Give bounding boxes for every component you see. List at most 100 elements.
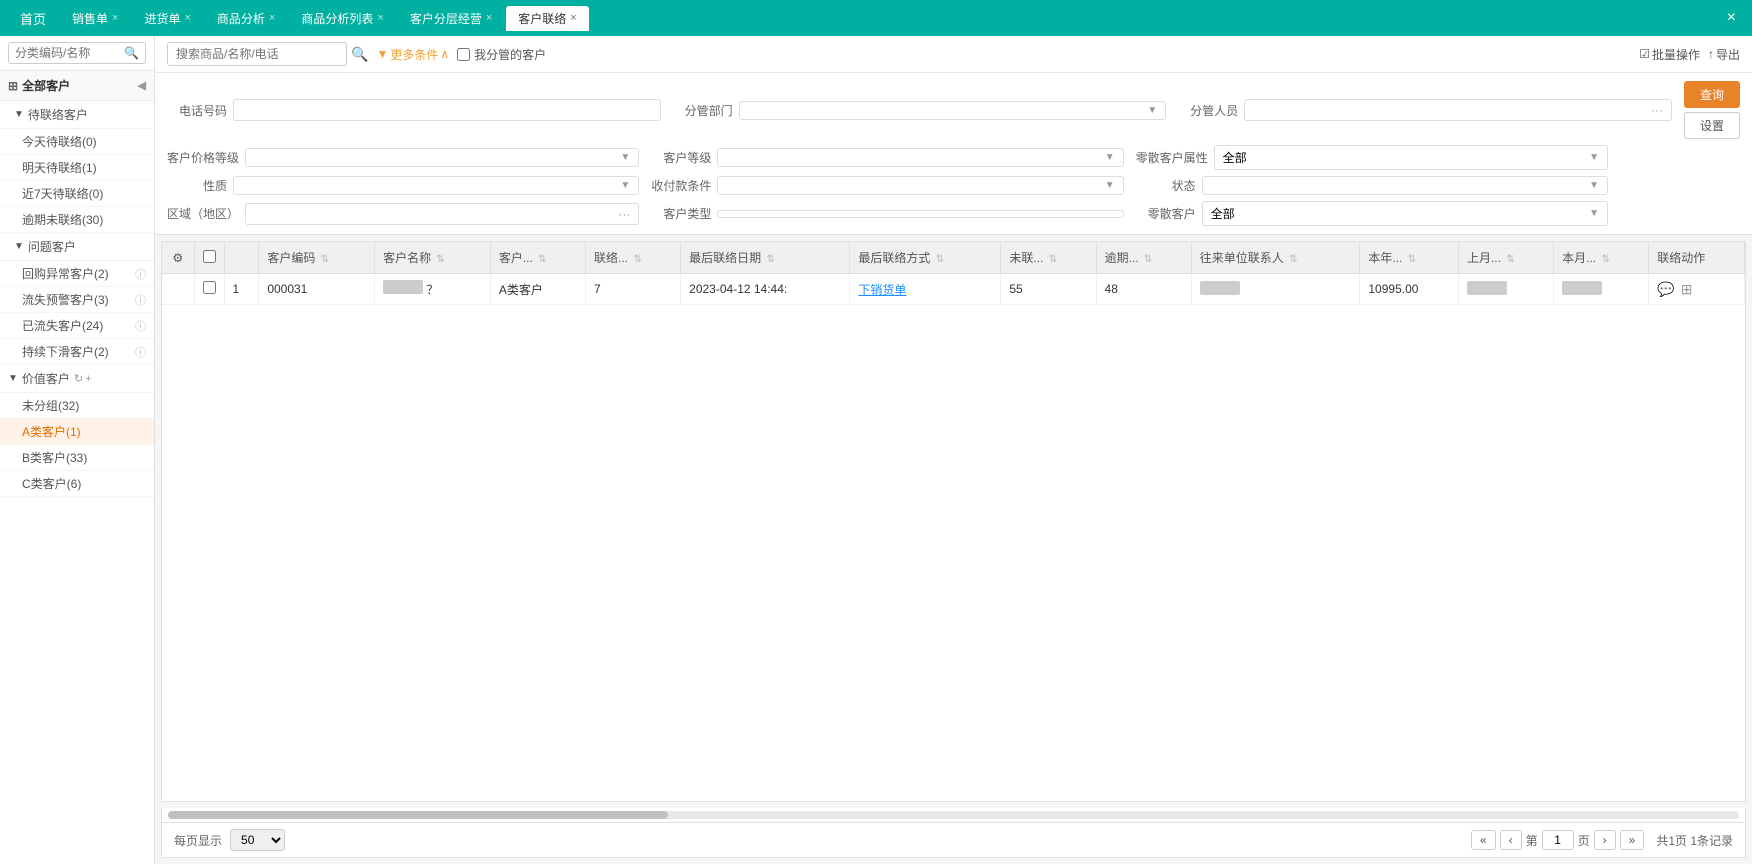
my-customers-checkbox-label[interactable]: 我分管的客户 [457, 46, 546, 63]
region-select[interactable]: ··· [245, 203, 639, 225]
sidebar-item-today-pending[interactable]: 今天待联络(0) [0, 129, 154, 155]
sidebar-item-overdue-pending[interactable]: 逾期未联络(30) [0, 207, 154, 233]
dept-select[interactable]: ▼ [739, 101, 1167, 120]
close-tab-customer-tier-icon[interactable]: × [486, 12, 492, 24]
status-select[interactable]: ▼ [1202, 176, 1608, 195]
nav-tab-purchase[interactable]: 进货单 × [132, 6, 202, 31]
close-all-icon[interactable]: × [1719, 5, 1744, 31]
customer-grade-select[interactable]: ▼ [717, 148, 1123, 167]
close-tab-purchase-icon[interactable]: × [184, 12, 190, 24]
th-name[interactable]: 客户名称 ⇅ [375, 242, 491, 274]
th-last-month[interactable]: 上月... ⇅ [1458, 242, 1553, 274]
nav-tab-product-list[interactable]: 商品分析列表 × [289, 6, 395, 31]
customer-type-field: 客户类型 [651, 205, 1123, 222]
select-all-checkbox[interactable] [203, 250, 216, 263]
retail-customer-select[interactable]: 全部 ▼ [1202, 201, 1608, 226]
sidebar-item-ungrouped[interactable]: 未分组(32) [0, 393, 154, 419]
sidebar-value-group[interactable]: ▼ 价值客户 ↻ + [0, 365, 154, 393]
close-tab-customer-contact-icon[interactable]: × [570, 12, 576, 24]
my-customers-checkbox[interactable] [457, 48, 470, 61]
next-page-button[interactable]: › [1594, 830, 1616, 850]
close-tab-sales-icon[interactable]: × [112, 12, 118, 24]
sidebar-item-already-lost[interactable]: 已流失客户(24) ⓘ [0, 313, 154, 339]
last-page-button[interactable]: » [1620, 830, 1645, 850]
th-not-contacted[interactable]: 未联... ⇅ [1001, 242, 1096, 274]
message-action-icon[interactable]: 💬 [1657, 281, 1674, 298]
query-button[interactable]: 查询 [1684, 81, 1740, 108]
th-this-month[interactable]: 本月... ⇅ [1554, 242, 1649, 274]
search-input[interactable] [167, 42, 347, 66]
filter-caret-icon: ∧ [440, 47, 449, 61]
sidebar-item-declining[interactable]: 持续下滑客户(2) ⓘ [0, 339, 154, 365]
retail-attr-select[interactable]: 全部 ▼ [1214, 145, 1608, 170]
sidebar-item-tomorrow-pending[interactable]: 明天待联络(1) [0, 155, 154, 181]
nature-select[interactable]: ▼ [233, 176, 639, 195]
sidebar-problem-group[interactable]: ▼ 问题客户 [0, 233, 154, 261]
sidebar-item-lost-warning[interactable]: 流失预警客户(3) ⓘ [0, 287, 154, 313]
nav-tab-customer-tier[interactable]: 客户分层经营 × [398, 6, 504, 31]
td-code: 000031 [259, 274, 375, 305]
sort-date-icon: ⇅ [767, 254, 775, 265]
phone-input[interactable] [233, 99, 661, 121]
sidebar-pending-group[interactable]: ▼ 待联络客户 [0, 101, 154, 129]
nav-tab-customer-contact[interactable]: 客户联络 × [506, 6, 588, 31]
th-customer-type[interactable]: 客户... ⇅ [490, 242, 585, 274]
last-month-blurred [1467, 281, 1507, 295]
sort-type-icon: ⇅ [538, 254, 546, 265]
td-this-month [1554, 274, 1649, 305]
th-last-contact-method[interactable]: 最后联络方式 ⇅ [850, 242, 1001, 274]
more-filters-button[interactable]: ▼ 更多条件 ∧ [376, 46, 449, 63]
price-grade-label: 客户价格等级 [167, 149, 239, 166]
horizontal-scrollbar[interactable] [161, 808, 1746, 823]
prev-page-button[interactable]: ‹ [1500, 830, 1522, 850]
sidebar-item-class-c[interactable]: C类客户(6) [0, 471, 154, 497]
sidebar-item-class-a[interactable]: A类客户(1) [0, 419, 154, 445]
td-overdue: 48 [1096, 274, 1191, 305]
td-name: ？ [375, 274, 491, 305]
scroll-thumb[interactable] [168, 811, 668, 819]
region-dots-icon: ··· [618, 207, 630, 221]
page-number-input[interactable] [1542, 830, 1574, 850]
nav-home[interactable]: 首页 [8, 5, 58, 32]
close-tab-product-analysis-icon[interactable]: × [269, 12, 275, 24]
search-button[interactable]: 🔍 [351, 46, 368, 63]
qr-action-icon[interactable]: ⊞ [1681, 281, 1693, 298]
customer-type-label: 客户类型 [651, 205, 711, 222]
th-last-contact-date[interactable]: 最后联络日期 ⇅ [681, 242, 850, 274]
nav-tab-sales[interactable]: 销售单 × [60, 6, 130, 31]
sidebar-all-customers-header[interactable]: ⊞ 全部客户 ◀ [0, 71, 154, 101]
last-contact-method-link[interactable]: 下销货单 [858, 283, 906, 297]
th-code[interactable]: 客户编码 ⇅ [259, 242, 375, 274]
customer-type-select[interactable] [717, 210, 1123, 218]
settings-button[interactable]: 设置 [1684, 112, 1740, 139]
sidebar-item-7days-pending[interactable]: 近7天待联络(0) [0, 181, 154, 207]
collapse-icon[interactable]: ◀ [138, 79, 146, 92]
payment-select[interactable]: ▼ [717, 176, 1123, 195]
sidebar-item-abnormal-repurchase[interactable]: 回购异常客户(2) ⓘ [0, 261, 154, 287]
per-page-select[interactable]: 50 100 200 [230, 829, 285, 851]
nav-tab-product-analysis[interactable]: 商品分析 × [205, 6, 287, 31]
status-caret-icon: ▼ [1589, 180, 1599, 191]
add-group-icon[interactable]: + [85, 373, 91, 385]
first-page-button[interactable]: « [1471, 830, 1496, 850]
page-label: 第 [1526, 832, 1538, 849]
th-overdue[interactable]: 逾期... ⇅ [1096, 242, 1191, 274]
close-tab-product-list-icon[interactable]: × [377, 12, 383, 24]
customer-grade-field: 客户等级 ▼ [651, 148, 1123, 167]
sort-unit-contact-icon: ⇅ [1289, 254, 1297, 265]
sort-last-month-icon: ⇅ [1506, 254, 1514, 265]
refresh-icon[interactable]: ↻ [74, 372, 83, 385]
sidebar-search-container: 🔍 [0, 36, 154, 71]
th-contact[interactable]: 联络... ⇅ [585, 242, 680, 274]
nature-label: 性质 [167, 177, 227, 194]
row-checkbox[interactable] [203, 281, 216, 294]
batch-op-button[interactable]: ☑ 批量操作 [1639, 46, 1700, 63]
th-settings[interactable]: ⚙ [162, 242, 194, 274]
staff-select[interactable]: ··· [1244, 99, 1672, 121]
retail-attr-caret-icon: ▼ [1589, 152, 1599, 163]
th-this-year[interactable]: 本年... ⇅ [1360, 242, 1459, 274]
th-unit-contact[interactable]: 往来单位联系人 ⇅ [1191, 242, 1360, 274]
sidebar-item-class-b[interactable]: B类客户(33) [0, 445, 154, 471]
export-button[interactable]: ↑ 导出 [1708, 46, 1740, 63]
price-grade-select[interactable]: ▼ [245, 148, 639, 167]
